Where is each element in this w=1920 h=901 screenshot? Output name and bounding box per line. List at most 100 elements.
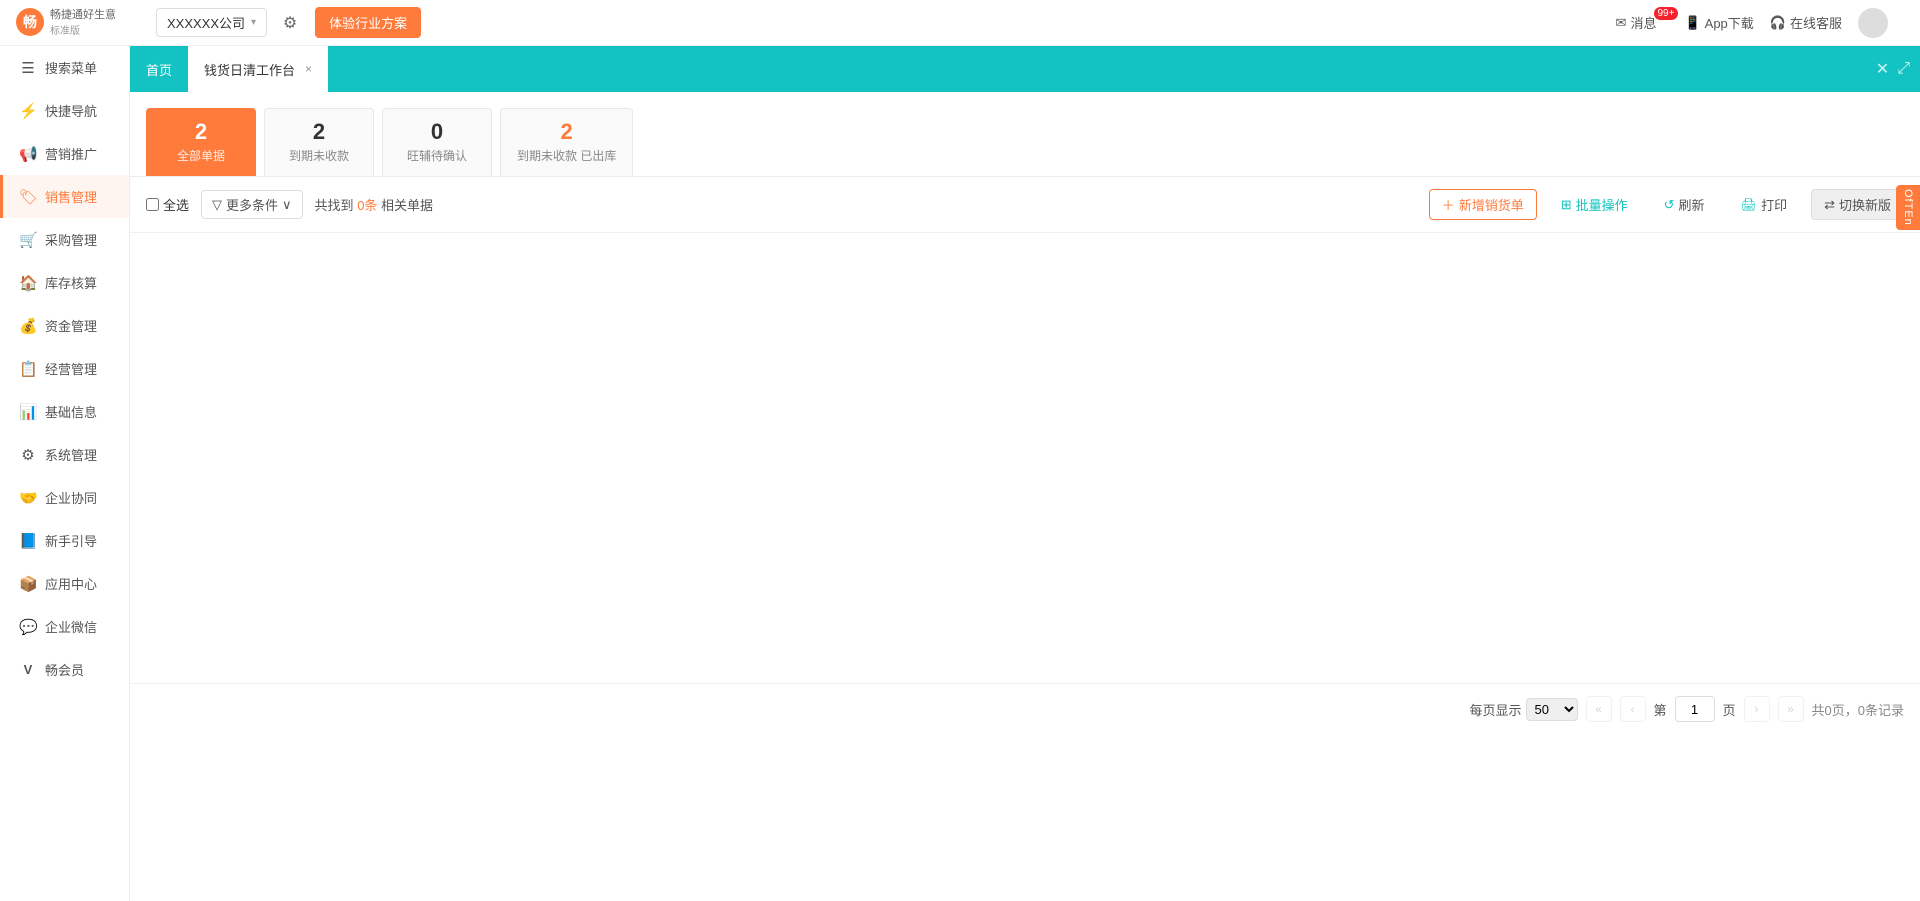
headset-icon: 🎧 bbox=[1770, 15, 1786, 31]
header-right: ✉ 消息 99+ 📱 App下载 🎧 在线客服 bbox=[1616, 8, 1904, 38]
select-all-checkbox[interactable]: 全选 bbox=[146, 195, 189, 214]
sidebar-item-enterprise[interactable]: 🤝 企业协同 bbox=[0, 476, 129, 519]
stat-num-overdue-shipped: 2 bbox=[517, 119, 616, 145]
page-input[interactable] bbox=[1675, 696, 1715, 722]
online-service-button[interactable]: 🎧 在线客服 bbox=[1770, 13, 1842, 32]
message-icon: ✉ bbox=[1616, 15, 1627, 31]
inventory-icon: 🏠 bbox=[19, 274, 37, 292]
enterprise-icon: 🤝 bbox=[19, 489, 37, 507]
sidebar-item-search-menu[interactable]: ☰ 搜索菜单 bbox=[0, 46, 129, 89]
first-page-button[interactable]: « bbox=[1586, 696, 1612, 722]
company-name: XXXXXX公司 bbox=[167, 13, 245, 32]
stat-tab-overdue-shipped[interactable]: 2 到期未收款 已出库 bbox=[500, 108, 633, 176]
wechat-icon: 💬 bbox=[19, 618, 37, 636]
sidebar-label: 库存核算 bbox=[45, 273, 97, 292]
batch-icon: ⊞ bbox=[1561, 197, 1572, 213]
print-icon: 🖨 bbox=[1741, 197, 1758, 213]
filter-button[interactable]: ▽ 更多条件 ∨ bbox=[201, 190, 303, 219]
sidebar-label: 企业协同 bbox=[45, 488, 97, 507]
sidebar-item-sales[interactable]: 🏷 销售管理 bbox=[0, 175, 129, 218]
sidebar-item-basic-info[interactable]: 📊 基础信息 bbox=[0, 390, 129, 433]
select-all-input[interactable] bbox=[146, 198, 159, 211]
batch-operation-button[interactable]: ⊞ 批量操作 bbox=[1549, 190, 1640, 219]
content-inner: 2 全部单据 2 到期未收款 0 旺辅待确认 2 到期未收款 已出库 全选 bbox=[130, 92, 1920, 901]
sidebar-label: 搜索菜单 bbox=[45, 58, 97, 77]
app-center-icon: 📦 bbox=[19, 575, 37, 593]
next-page-button[interactable]: › bbox=[1744, 696, 1770, 722]
logo-area: 畅 畅捷通好生意 标准版 bbox=[16, 8, 146, 37]
sidebar-label: 资金管理 bbox=[45, 316, 97, 335]
sidebar-label: 销售管理 bbox=[45, 187, 97, 206]
logo-icon: 畅 bbox=[16, 8, 44, 36]
sidebar-item-quick-nav[interactable]: ⚡ 快捷导航 bbox=[0, 89, 129, 132]
page-size-select[interactable]: 50 100 200 bbox=[1526, 698, 1578, 721]
stat-tab-overdue[interactable]: 2 到期未收款 bbox=[264, 108, 374, 176]
basic-info-icon: 📊 bbox=[19, 403, 37, 421]
messages-button[interactable]: ✉ 消息 99+ bbox=[1616, 13, 1669, 32]
chevron-down-icon: ▾ bbox=[251, 17, 256, 28]
tab-bar-controls: ✕ ⤢ bbox=[1876, 59, 1920, 79]
print-button[interactable]: 🖨 打印 bbox=[1729, 190, 1800, 219]
found-text: 共找到 0条 相关单据 bbox=[315, 195, 434, 214]
toolbar-actions: ＋ 新增销货单 ⊞ 批量操作 ↺ 刷新 🖨 打印 ⇄ 切换新版 bbox=[1429, 189, 1904, 220]
capital-icon: 💰 bbox=[19, 317, 37, 335]
sidebar-item-system[interactable]: ⚙ 系统管理 bbox=[0, 433, 129, 476]
sidebar-label: 企业微信 bbox=[45, 617, 97, 636]
stat-tab-all[interactable]: 2 全部单据 bbox=[146, 108, 256, 176]
plus-icon: ＋ bbox=[1442, 195, 1455, 214]
sidebar-label: 基础信息 bbox=[45, 402, 97, 421]
maximize-icon[interactable]: ⤢ bbox=[1897, 60, 1910, 78]
app-download-button[interactable]: 📱 App下载 bbox=[1684, 13, 1753, 32]
sidebar-label: 畅会员 bbox=[45, 660, 84, 679]
member-icon: V bbox=[19, 662, 37, 677]
sidebar-label: 营销推广 bbox=[45, 144, 97, 163]
switch-icon: ⇄ bbox=[1824, 197, 1835, 213]
company-selector[interactable]: XXXXXX公司 ▾ bbox=[156, 8, 267, 37]
operations-icon: 📋 bbox=[19, 360, 37, 378]
sidebar-label: 应用中心 bbox=[45, 574, 97, 593]
sidebar-item-wechat[interactable]: 💬 企业微信 bbox=[0, 605, 129, 648]
stat-num-all: 2 bbox=[163, 119, 239, 145]
switch-version-button[interactable]: ⇄ 切换新版 bbox=[1811, 189, 1904, 220]
quick-nav-icon: ⚡ bbox=[19, 102, 37, 120]
prev-page-button[interactable]: ‹ bbox=[1620, 696, 1646, 722]
gear-icon: ⚙ bbox=[283, 13, 297, 33]
sidebar-item-purchase[interactable]: 🛒 采购管理 bbox=[0, 218, 129, 261]
often-label[interactable]: OfTEn bbox=[1896, 185, 1920, 230]
tab-home[interactable]: 首页 bbox=[130, 46, 188, 92]
stat-label-overdue-shipped: 到期未收款 已出库 bbox=[517, 147, 616, 164]
sidebar-item-inventory[interactable]: 🏠 库存核算 bbox=[0, 261, 129, 304]
pagination: 每页显示 50 100 200 « ‹ 第 页 › » 共0页，0条记录 bbox=[130, 683, 1920, 734]
tab-active[interactable]: 钱货日清工作台 × bbox=[188, 46, 328, 92]
main-content: 2 全部单据 2 到期未收款 0 旺辅待确认 2 到期未收款 已出库 全选 bbox=[130, 92, 1920, 901]
sidebar-item-capital[interactable]: 💰 资金管理 bbox=[0, 304, 129, 347]
sidebar-label: 采购管理 bbox=[45, 230, 97, 249]
sidebar-item-operations[interactable]: 📋 经营管理 bbox=[0, 347, 129, 390]
close-window-icon[interactable]: ✕ bbox=[1876, 59, 1889, 79]
content-area bbox=[130, 233, 1920, 683]
sidebar-label: 新手引导 bbox=[45, 531, 97, 550]
tab-close-icon[interactable]: × bbox=[305, 62, 312, 76]
top-header: 畅 畅捷通好生意 标准版 XXXXXX公司 ▾ ⚙ 体验行业方案 ✉ 消息 99… bbox=[0, 0, 1920, 46]
sidebar-label: 系统管理 bbox=[45, 445, 97, 464]
purchase-icon: 🛒 bbox=[19, 231, 37, 249]
stat-num-pending: 0 bbox=[399, 119, 475, 145]
app-name: 畅捷通好生意 bbox=[50, 8, 116, 22]
sidebar-item-app-center[interactable]: 📦 应用中心 bbox=[0, 562, 129, 605]
refresh-button[interactable]: ↺ 刷新 bbox=[1652, 190, 1717, 219]
avatar[interactable] bbox=[1858, 8, 1888, 38]
sales-icon: 🏷 bbox=[19, 188, 37, 206]
sidebar-item-guide[interactable]: 📘 新手引导 bbox=[0, 519, 129, 562]
messages-badge: 99+ bbox=[1654, 7, 1679, 20]
phone-icon: 📱 bbox=[1684, 15, 1700, 31]
chevron-down-icon: ∨ bbox=[282, 197, 292, 213]
system-icon: ⚙ bbox=[19, 446, 37, 464]
add-order-button[interactable]: ＋ 新增销货单 bbox=[1429, 189, 1537, 220]
industry-button[interactable]: 体验行业方案 bbox=[315, 7, 421, 38]
sidebar-item-marketing[interactable]: 📢 营销推广 bbox=[0, 132, 129, 175]
messages-label: 消息 bbox=[1630, 13, 1656, 32]
settings-button[interactable]: ⚙ bbox=[275, 8, 305, 38]
stat-tab-pending[interactable]: 0 旺辅待确认 bbox=[382, 108, 492, 176]
last-page-button[interactable]: » bbox=[1778, 696, 1804, 722]
sidebar-item-member[interactable]: V 畅会员 bbox=[0, 648, 129, 691]
